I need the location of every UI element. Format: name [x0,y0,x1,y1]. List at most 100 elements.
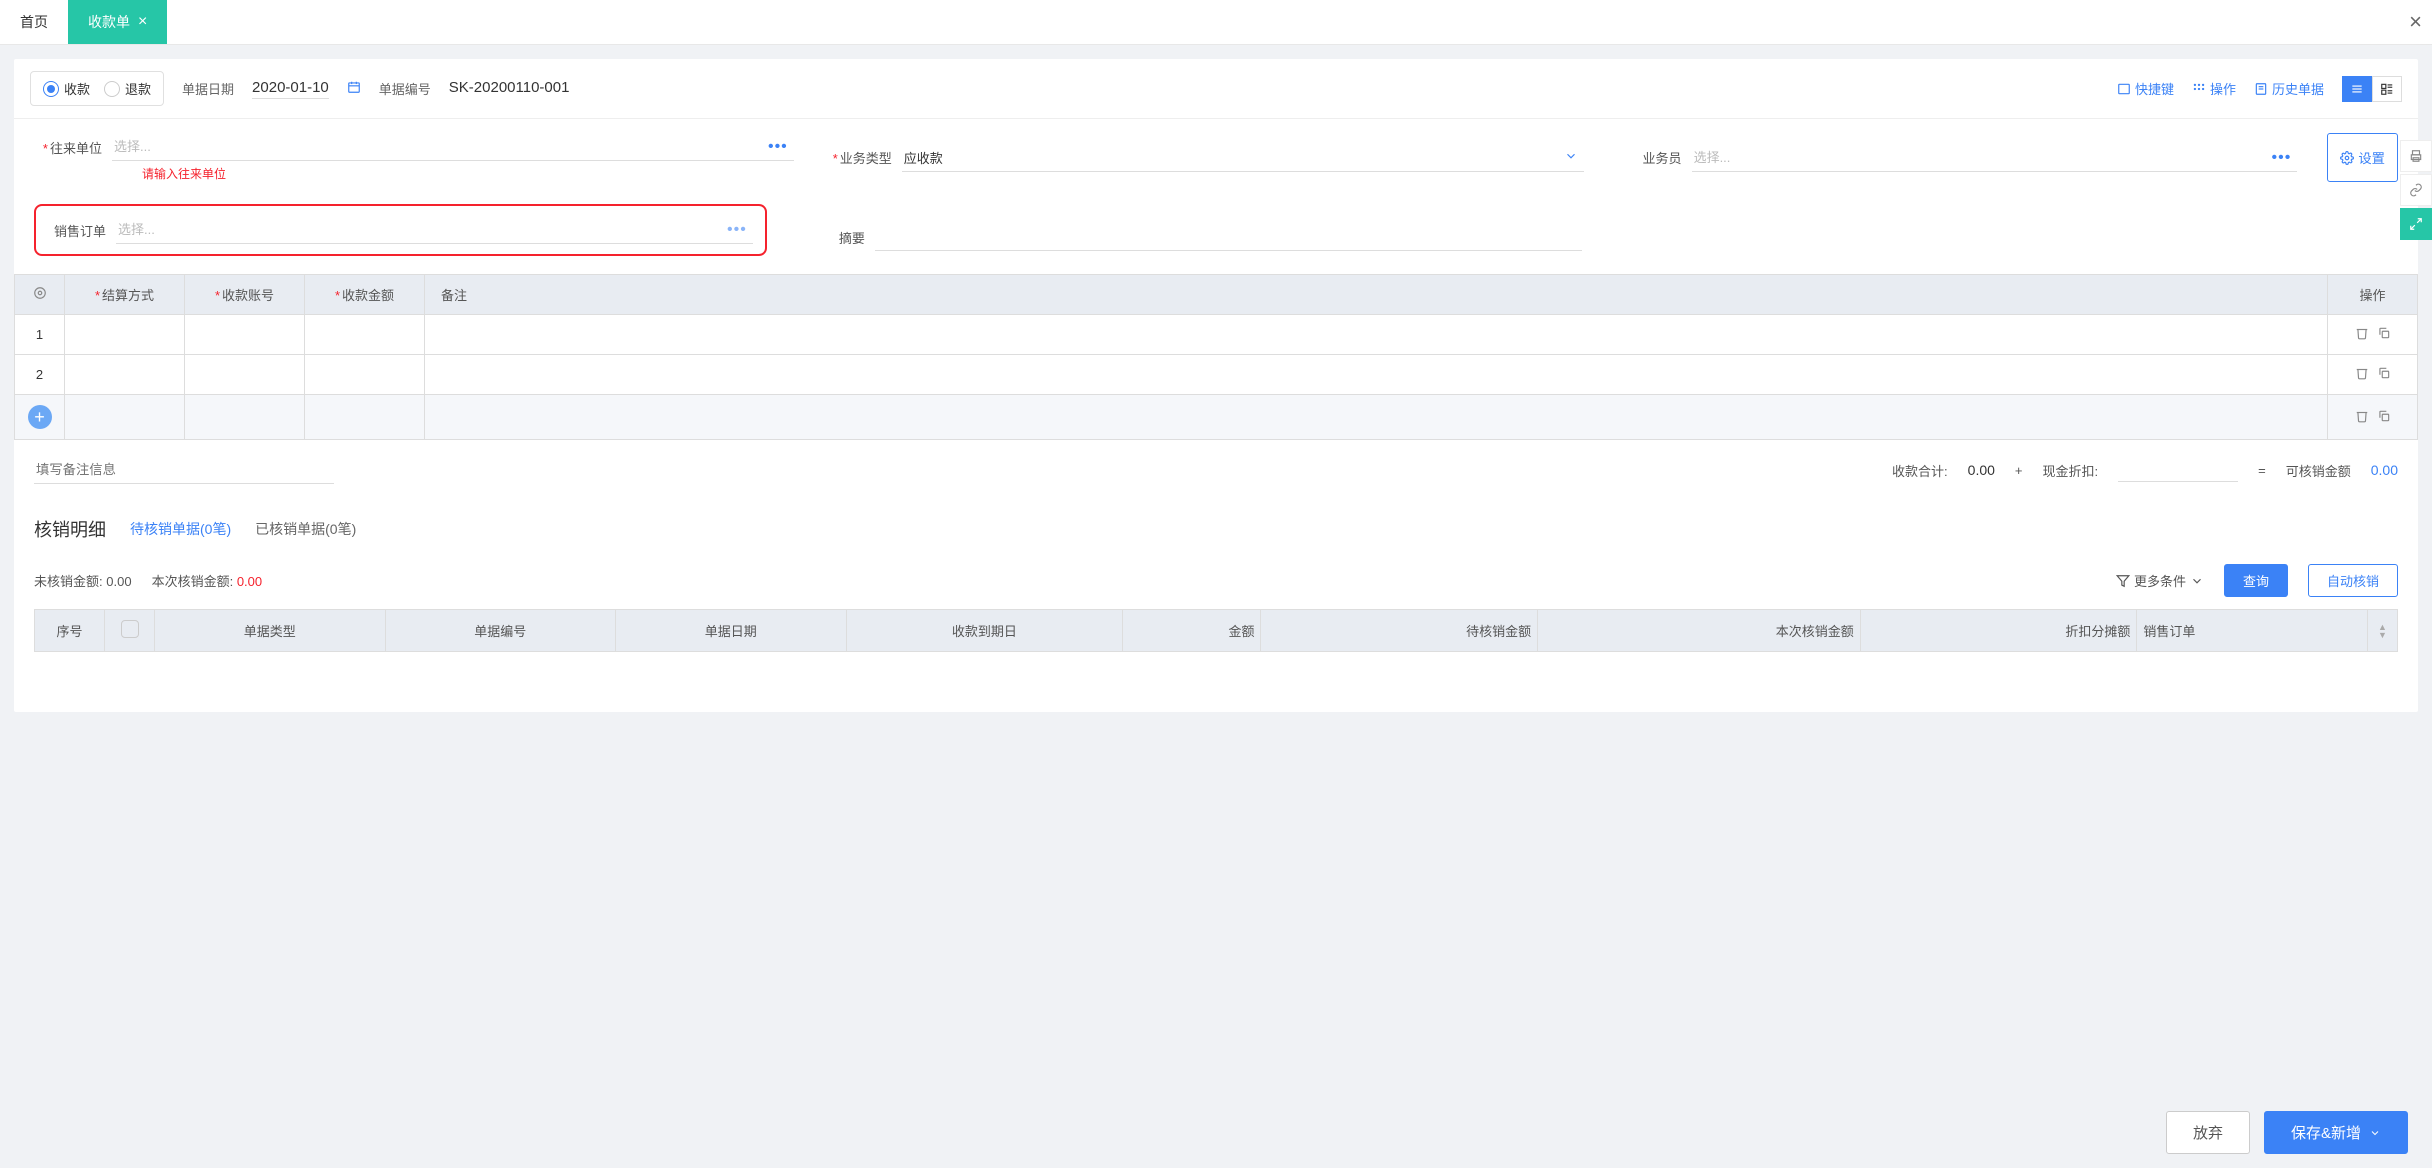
settings-button[interactable]: 设置 [2327,133,2398,182]
add-row-button[interactable]: + [28,405,52,429]
delete-icon[interactable] [2355,411,2369,426]
calendar-icon[interactable] [347,80,361,97]
unwriteoff-label: 未核销金额: [34,574,103,589]
add-row: + [15,395,2418,440]
side-rail [2400,140,2432,240]
radio-label: 退款 [125,79,151,98]
date-label: 单据日期 [182,79,234,98]
tabs-bar: 首页 收款单 × × [0,0,2432,45]
biztype-field: *业务类型 [824,133,1584,182]
tab-receipt[interactable]: 收款单 × [68,0,167,44]
copy-icon[interactable] [2377,411,2391,426]
discount-input[interactable] [2118,458,2238,482]
writeoff-amount-value: 0.00 [2371,462,2398,478]
radio-icon [104,81,120,97]
col-disc[interactable]: 折扣分摊额 [1860,610,2137,652]
writeoff-table: 序号 单据类型 单据编号 单据日期 收款到期日 金额 待核销金额 本次核销金额 … [34,609,2398,652]
query-button[interactable]: 查询 [2224,564,2288,597]
writeoff-amount-label: 可核销金额 [2286,461,2351,480]
date-value[interactable]: 2020-01-10 [252,79,329,99]
payment-grid: *结算方式 *收款账号 *收款金额 备注 操作 1 2 + [14,274,2418,440]
close-icon[interactable]: × [138,13,147,31]
link-icon[interactable] [2400,174,2432,206]
delete-icon[interactable] [2355,328,2369,343]
filter-row: 未核销金额: 0.00 本次核销金额: 0.00 更多条件 查询 自动核销 [14,552,2418,609]
col-type[interactable]: 单据类型 [155,610,386,652]
save-button[interactable]: 保存&新增 [2264,1111,2408,1154]
radio-icon [43,81,59,97]
view-list-button[interactable] [2342,76,2372,102]
ops-link[interactable]: 操作 [2192,79,2236,98]
radio-receipt[interactable]: 收款 [43,79,90,98]
biztype-input[interactable] [902,144,1584,172]
tab-home[interactable]: 首页 [0,0,68,44]
col-remark: 备注 [441,288,467,303]
col-cur[interactable]: 本次核销金额 [1538,610,1861,652]
summary-field: 摘要 [797,210,1583,264]
sales-order-highlight: 销售订单 ••• [34,204,767,256]
col-amount[interactable]: 金额 [1123,610,1261,652]
col-account: 收款账号 [222,288,274,303]
biztype-label: 业务类型 [840,151,892,166]
discount-label: 现金折扣: [2043,461,2099,480]
history-link[interactable]: 历史单据 [2254,79,2324,98]
view-detail-button[interactable] [2372,76,2402,102]
tab-done[interactable]: 已核销单据(0笔) [255,519,356,539]
col-no[interactable]: 单据编号 [385,610,616,652]
chevron-down-icon[interactable] [1564,149,1578,166]
close-all-icon[interactable]: × [2409,9,2422,35]
partner-error: 请输入往来单位 [142,165,794,182]
delete-icon[interactable] [2355,368,2369,383]
tab-pending[interactable]: 待核销单据(0笔) [130,519,231,539]
receipt-refund-radio: 收款 退款 [30,71,164,106]
summary-input[interactable] [875,223,1583,251]
select-all-checkbox[interactable] [121,620,139,638]
print-icon[interactable] [2400,140,2432,172]
cur-writeoff-value: 0.00 [237,574,262,589]
plus-sign: + [2015,463,2023,478]
writeoff-section: 核销明细 待核销单据(0笔) 已核销单据(0笔) [14,500,2418,552]
salesorder-input[interactable] [116,216,753,244]
tab-label: 收款单 [88,12,130,32]
partner-label: 往来单位 [50,141,102,156]
receipt-total-label: 收款合计: [1892,461,1948,480]
expand-icon[interactable] [2400,208,2432,240]
auto-writeoff-button[interactable]: 自动核销 [2308,564,2398,597]
radio-refund[interactable]: 退款 [104,79,151,98]
cancel-button[interactable]: 放弃 [2166,1111,2250,1154]
cur-writeoff-label: 本次核销金额: [152,574,234,589]
more-filters[interactable]: 更多条件 [2116,571,2204,590]
eq-sign: = [2258,463,2266,478]
docno-value: SK-20200110-001 [449,79,570,98]
col-seq: 序号 [35,610,105,652]
gear-icon[interactable] [33,288,47,303]
footer-bar: 放弃 保存&新增 [2142,1097,2432,1168]
table-row[interactable]: 1 [15,315,2418,355]
summary-label: 摘要 [839,231,865,246]
unwriteoff-value: 0.00 [106,574,131,589]
total-row: 收款合计: 0.00 + 现金折扣: = 可核销金额 0.00 [14,440,2418,500]
col-order[interactable]: 销售订单 [2137,610,2368,652]
salesman-input[interactable] [1692,144,2298,172]
row-num: 2 [15,355,65,395]
col-amount: 收款金额 [342,288,394,303]
salesorder-label: 销售订单 [54,224,106,239]
docno-label: 单据编号 [379,79,431,98]
sort-icon[interactable]: ▲▼ [2374,623,2391,639]
col-due[interactable]: 收款到期日 [846,610,1123,652]
writeoff-title: 核销明细 [34,516,106,542]
quickkey-link[interactable]: 快捷键 [2117,79,2174,98]
salesman-label: 业务员 [1643,151,1682,166]
receipt-total-value: 0.00 [1968,462,1995,478]
salesman-field: 业务员 ••• [1614,133,2298,182]
view-toggle [2342,76,2402,102]
remark-input[interactable] [34,456,334,484]
col-date[interactable]: 单据日期 [616,610,847,652]
row-num: 1 [15,315,65,355]
copy-icon[interactable] [2377,328,2391,343]
table-row[interactable]: 2 [15,355,2418,395]
partner-input[interactable] [112,133,794,161]
col-settle: 结算方式 [102,288,154,303]
copy-icon[interactable] [2377,368,2391,383]
col-pending[interactable]: 待核销金额 [1261,610,1538,652]
